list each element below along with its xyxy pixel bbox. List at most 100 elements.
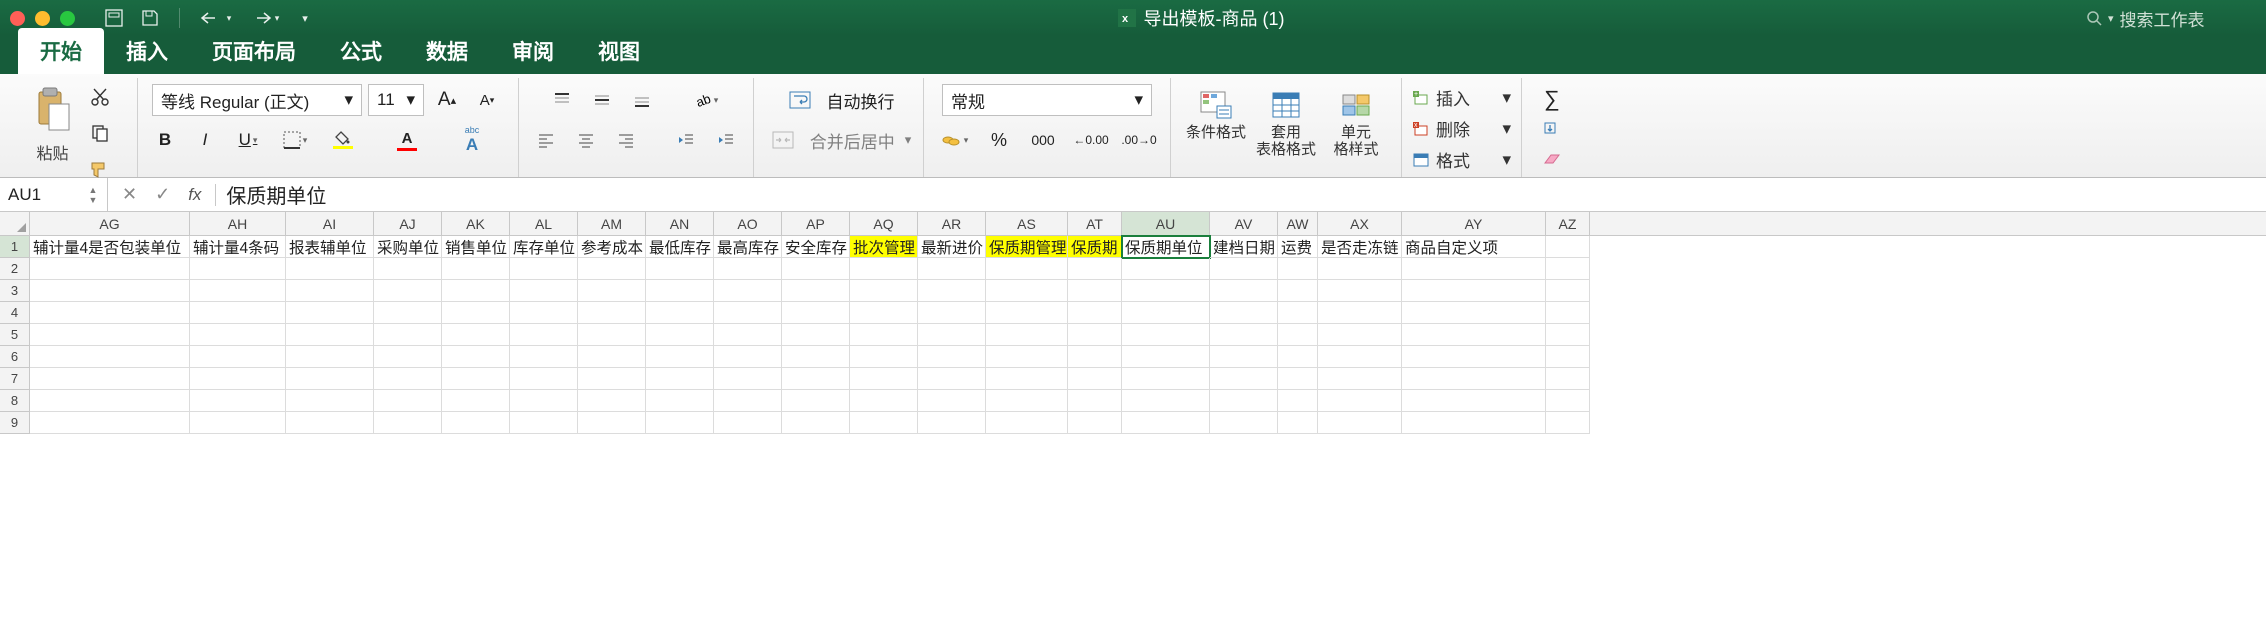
row-header-3[interactable]: 3 <box>0 280 30 302</box>
cut-button[interactable] <box>83 82 117 112</box>
cell-AW2[interactable] <box>1278 258 1318 280</box>
cell-AR8[interactable] <box>918 390 986 412</box>
cell-AH5[interactable] <box>190 324 286 346</box>
cell-AX6[interactable] <box>1318 346 1402 368</box>
cell-AP9[interactable] <box>782 412 850 434</box>
cell-AZ7[interactable] <box>1546 368 1590 390</box>
tab-insert[interactable]: 插入 <box>104 28 190 74</box>
column-header-AY[interactable]: AY <box>1402 212 1546 235</box>
underline-button[interactable]: U▾ <box>228 125 268 155</box>
cell-AT5[interactable] <box>1068 324 1122 346</box>
cell-AS3[interactable] <box>986 280 1068 302</box>
save-icon[interactable] <box>139 7 161 29</box>
delete-cells-button[interactable]: x删除▾ <box>1412 113 1511 144</box>
align-middle-button[interactable] <box>585 85 619 115</box>
tab-formulas[interactable]: 公式 <box>318 28 404 74</box>
autosum-button[interactable]: ∑ <box>1535 84 1569 114</box>
cell-AO9[interactable] <box>714 412 782 434</box>
tab-data[interactable]: 数据 <box>404 28 490 74</box>
cell-AV4[interactable] <box>1210 302 1278 324</box>
cell-AZ4[interactable] <box>1546 302 1590 324</box>
increase-decimal-button[interactable]: ←0.00 <box>1070 125 1112 155</box>
column-header-AP[interactable]: AP <box>782 212 850 235</box>
row-header-7[interactable]: 7 <box>0 368 30 390</box>
undo-button[interactable]: ▾ <box>198 7 232 29</box>
column-header-AV[interactable]: AV <box>1210 212 1278 235</box>
cell-AG8[interactable] <box>30 390 190 412</box>
cell-AT2[interactable] <box>1068 258 1122 280</box>
cell-AM2[interactable] <box>578 258 646 280</box>
column-header-AJ[interactable]: AJ <box>374 212 442 235</box>
cell-AP2[interactable] <box>782 258 850 280</box>
cell-AS7[interactable] <box>986 368 1068 390</box>
cell-AS1[interactable]: 保质期管理 <box>986 236 1068 258</box>
orientation-button[interactable]: ab▾ <box>685 85 727 115</box>
cell-AG1[interactable]: 辅计量4是否包装单位 <box>30 236 190 258</box>
customize-qat-button[interactable]: ▾ <box>294 7 316 29</box>
cell-AR6[interactable] <box>918 346 986 368</box>
cell-AP5[interactable] <box>782 324 850 346</box>
cell-AR7[interactable] <box>918 368 986 390</box>
cell-AL9[interactable] <box>510 412 578 434</box>
cell-AK5[interactable] <box>442 324 510 346</box>
cell-AQ9[interactable] <box>850 412 918 434</box>
cell-AJ8[interactable] <box>374 390 442 412</box>
cell-AP8[interactable] <box>782 390 850 412</box>
cell-AU2[interactable] <box>1122 258 1210 280</box>
cell-AR3[interactable] <box>918 280 986 302</box>
cell-AM6[interactable] <box>578 346 646 368</box>
cell-AI5[interactable] <box>286 324 374 346</box>
row-header-9[interactable]: 9 <box>0 412 30 434</box>
cell-AV2[interactable] <box>1210 258 1278 280</box>
cell-AK3[interactable] <box>442 280 510 302</box>
cell-AM4[interactable] <box>578 302 646 324</box>
tab-page-layout[interactable]: 页面布局 <box>190 28 318 74</box>
name-box-stepper[interactable]: ▲▼ <box>87 185 99 205</box>
cell-AT1[interactable]: 保质期 <box>1068 236 1122 258</box>
cell-AP4[interactable] <box>782 302 850 324</box>
cell-AX2[interactable] <box>1318 258 1402 280</box>
minimize-window-button[interactable] <box>35 11 50 26</box>
cell-AL1[interactable]: 库存单位 <box>510 236 578 258</box>
cell-AO6[interactable] <box>714 346 782 368</box>
cell-AP1[interactable]: 安全库存 <box>782 236 850 258</box>
cell-AZ9[interactable] <box>1546 412 1590 434</box>
cell-AT8[interactable] <box>1068 390 1122 412</box>
column-header-AR[interactable]: AR <box>918 212 986 235</box>
italic-button[interactable]: I <box>188 125 222 155</box>
cell-AS2[interactable] <box>986 258 1068 280</box>
cell-AZ3[interactable] <box>1546 280 1590 302</box>
cell-AS4[interactable] <box>986 302 1068 324</box>
cell-AL6[interactable] <box>510 346 578 368</box>
cell-AI7[interactable] <box>286 368 374 390</box>
cell-AX8[interactable] <box>1318 390 1402 412</box>
tab-review[interactable]: 审阅 <box>490 28 576 74</box>
row-header-1[interactable]: 1 <box>0 236 30 258</box>
cell-AI9[interactable] <box>286 412 374 434</box>
column-header-AN[interactable]: AN <box>646 212 714 235</box>
phonetic-button[interactable]: abcA <box>450 125 494 155</box>
cell-AS9[interactable] <box>986 412 1068 434</box>
align-right-button[interactable] <box>609 125 643 155</box>
cell-AN3[interactable] <box>646 280 714 302</box>
cell-AW9[interactable] <box>1278 412 1318 434</box>
cell-AX9[interactable] <box>1318 412 1402 434</box>
cell-AW8[interactable] <box>1278 390 1318 412</box>
cell-AL7[interactable] <box>510 368 578 390</box>
cell-AX7[interactable] <box>1318 368 1402 390</box>
cell-AL8[interactable] <box>510 390 578 412</box>
cell-AJ5[interactable] <box>374 324 442 346</box>
column-header-AU[interactable]: AU <box>1122 212 1210 235</box>
cell-AZ1[interactable] <box>1546 236 1590 258</box>
column-header-AH[interactable]: AH <box>190 212 286 235</box>
cell-AX3[interactable] <box>1318 280 1402 302</box>
cell-AV9[interactable] <box>1210 412 1278 434</box>
cell-AW1[interactable]: 运费 <box>1278 236 1318 258</box>
cell-AK2[interactable] <box>442 258 510 280</box>
cell-AO4[interactable] <box>714 302 782 324</box>
cell-AO5[interactable] <box>714 324 782 346</box>
cell-AV6[interactable] <box>1210 346 1278 368</box>
cell-AH2[interactable] <box>190 258 286 280</box>
format-as-table-button[interactable]: 套用 表格格式 <box>1251 84 1321 159</box>
cell-AY3[interactable] <box>1402 280 1546 302</box>
